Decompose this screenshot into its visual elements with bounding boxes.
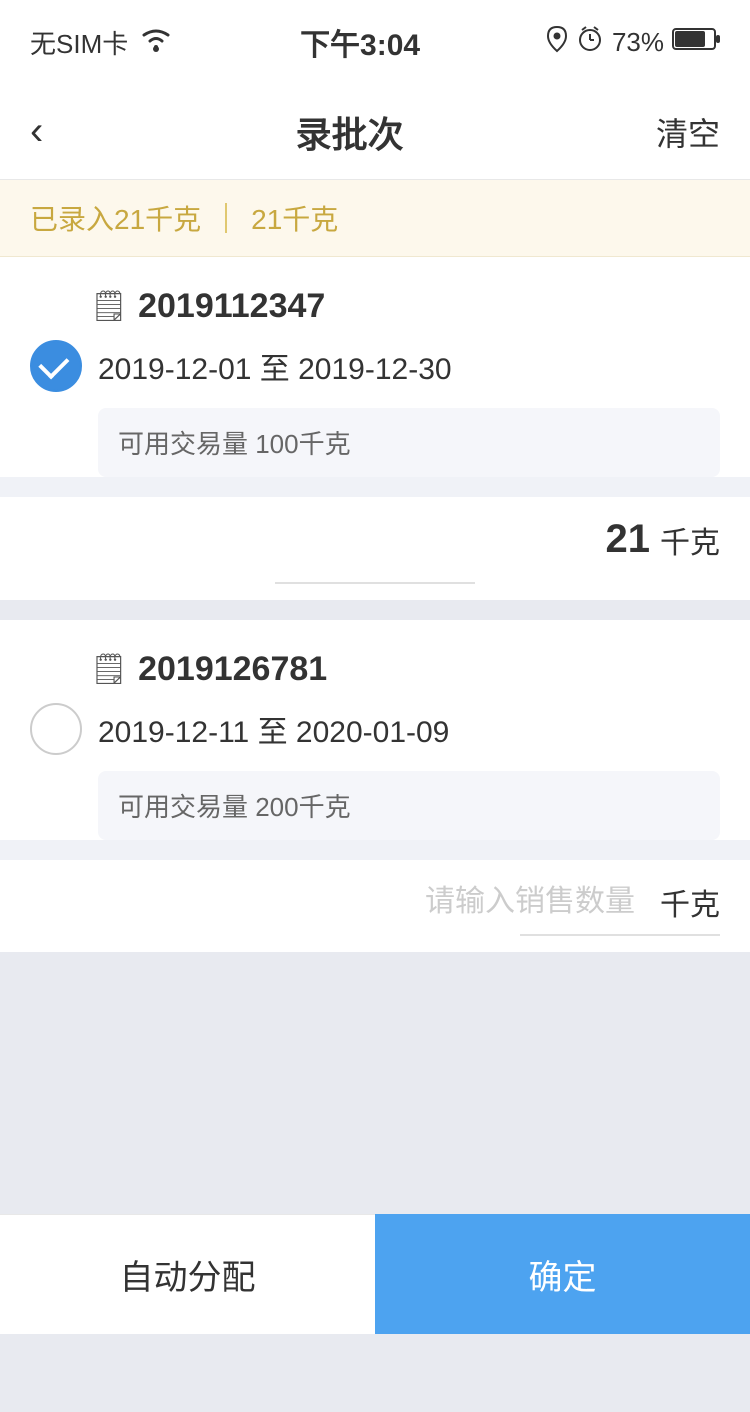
batch2-avail: 可用交易量 200千克 [98,771,720,840]
batch2-date: 2019-12-11 至 2020-01-09 [98,707,449,751]
info-divider [225,203,227,233]
bottom-bar: 自动分配 确定 [0,1214,750,1334]
gray-area [0,952,750,1412]
total-label: 21千克 [251,198,338,238]
batch-item-1: 🗒 2019112347 2019-12-01 至 2019-12-30 可用交… [0,257,750,477]
batch1-qty-value: 21 [606,517,651,562]
batch1-id: 2019112347 [138,287,325,326]
batch1-qty-divider [275,582,475,584]
batch2-radio[interactable] [30,703,82,755]
batch2-date-row[interactable]: 2019-12-11 至 2020-01-09 [30,703,720,755]
batch2-input-underline [520,934,720,936]
batch2-unit: 千克 [660,880,720,924]
batch1-qty-line-wrap [0,582,750,600]
batch1-avail: 可用交易量 100千克 [98,408,720,477]
status-bar: 无SIM卡 下午3:04 73% [0,0,750,84]
batch2-qty-input[interactable] [350,885,650,919]
battery-percent: 73% [612,27,664,58]
auto-distribute-button[interactable]: 自动分配 [0,1214,375,1334]
batch1-date: 2019-12-01 至 2019-12-30 [98,344,452,388]
confirm-button[interactable]: 确定 [375,1214,750,1334]
page-title: 录批次 [296,106,404,158]
batch1-date-row[interactable]: 2019-12-01 至 2019-12-30 [30,340,720,392]
info-bar: 已录入21千克 21千克 [0,180,750,257]
nav-bar: ‹ 录批次 清空 [0,84,750,180]
location-icon [546,25,568,60]
battery-icon [672,26,720,59]
section-divider [0,600,750,620]
batch1-qty-row: 21 千克 [0,497,750,582]
recorded-label: 已录入21千克 [30,198,201,238]
batch2-icon: 🗒 [90,652,128,687]
status-right: 73% [546,25,720,60]
batch1-qty-unit: 千克 [660,518,720,562]
sim-text: 无SIM卡 [30,24,128,61]
batch1-icon: 🗒 [90,289,128,324]
status-time: 下午3:04 [300,20,420,64]
back-button[interactable]: ‹ [30,109,43,154]
batch1-header: 🗒 2019112347 [30,287,720,326]
batch2-input-line-wrap [0,934,750,952]
batch2-id: 2019126781 [138,650,327,689]
wifi-icon [138,25,174,60]
batch-item-2: 🗒 2019126781 2019-12-11 至 2020-01-09 可用交… [0,620,750,840]
clear-button[interactable]: 清空 [656,109,720,155]
batch2-input-row[interactable]: 千克 [0,860,750,934]
alarm-icon [576,25,604,60]
batch1-radio[interactable] [30,340,82,392]
status-left: 无SIM卡 [30,24,174,61]
batch2-header: 🗒 2019126781 [30,650,720,689]
